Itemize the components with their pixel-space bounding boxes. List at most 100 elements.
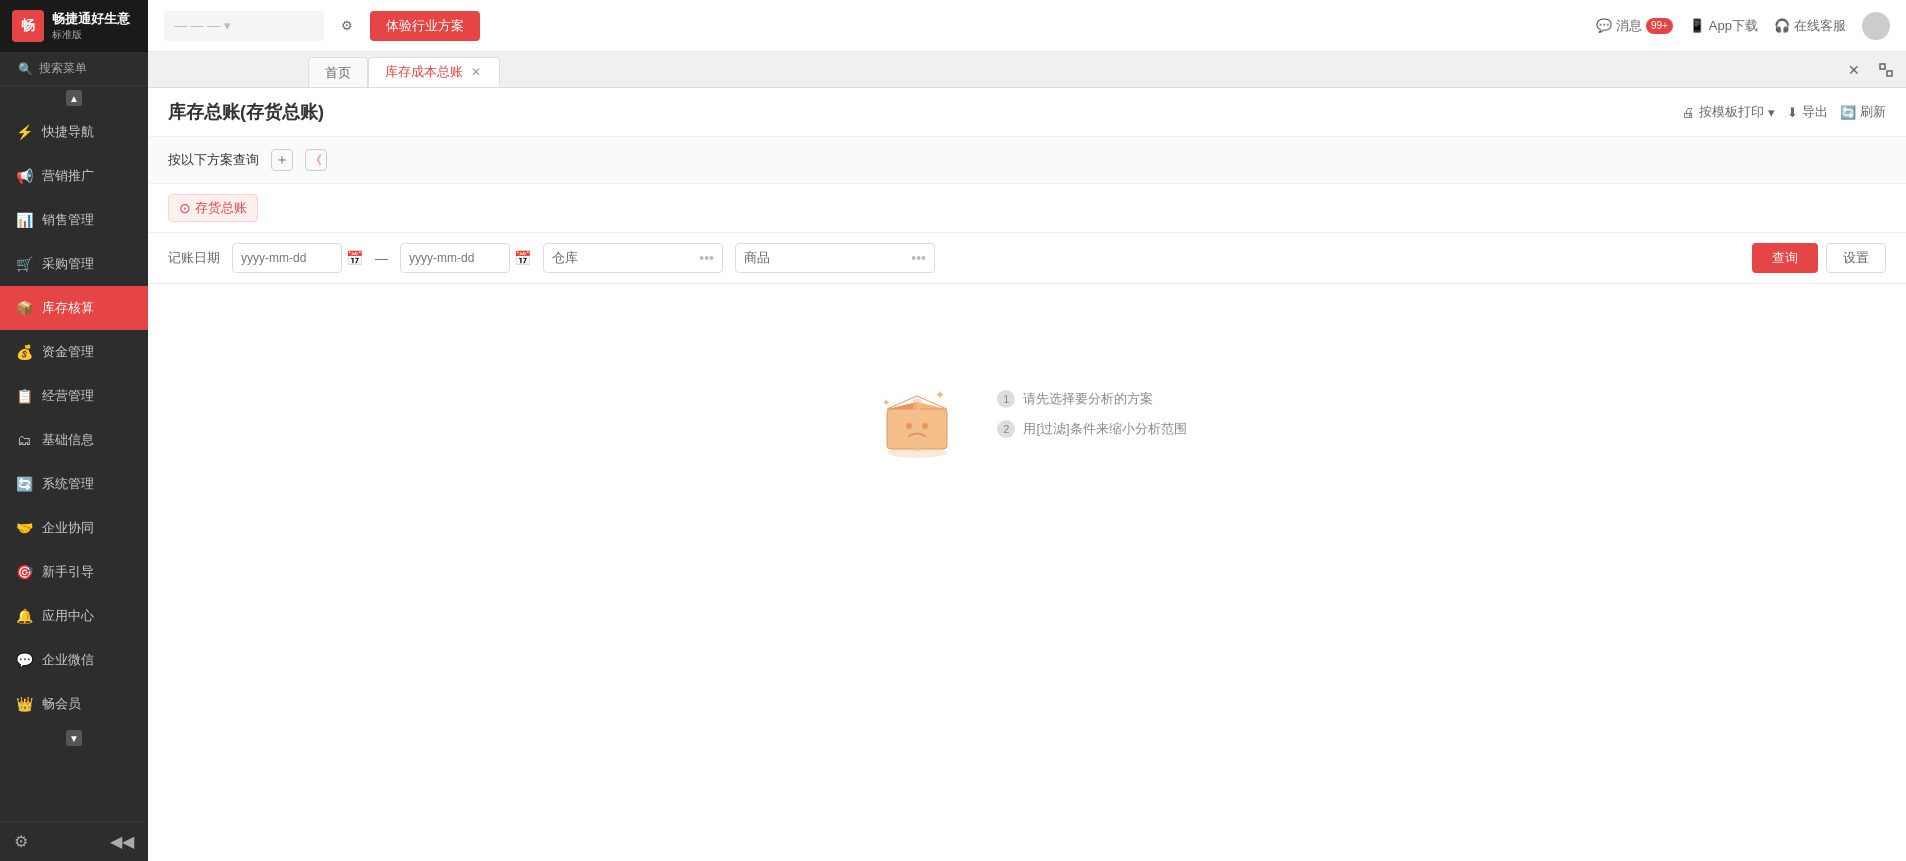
sidebar-item-marketing[interactable]: 📢 营销推广 [0, 154, 148, 198]
sidebar-item-newbie[interactable]: 🎯 新手引导 [0, 550, 148, 594]
topbar-left: — — — ▾ ⚙ 体验行业方案 [164, 11, 480, 41]
date-start-input[interactable] [232, 243, 342, 273]
scroll-down-btn[interactable]: ▼ [66, 730, 82, 746]
svg-text:✦: ✦ [882, 397, 890, 408]
print-chevron-icon: ▾ [1768, 105, 1775, 120]
sidebar-item-basic-info[interactable]: 🗂 基础信息 [0, 418, 148, 462]
warehouse-label: 仓库 [552, 249, 695, 267]
breadcrumb[interactable]: — — — ▾ [164, 11, 324, 41]
product-label: 商品 [744, 249, 907, 267]
app-download-btn[interactable]: 📱 App下载 [1689, 17, 1758, 35]
scheme-tag-label: 存货总账 [195, 199, 247, 217]
sidebar-item-member[interactable]: 👑 畅会员 [0, 682, 148, 726]
sidebar-item-system[interactable]: 🔄 系统管理 [0, 462, 148, 506]
sidebar-item-cooperation[interactable]: 🤝 企业协同 [0, 506, 148, 550]
print-icon: 🖨 [1682, 105, 1695, 120]
query-btn[interactable]: 查询 [1752, 243, 1818, 273]
sidebar-search[interactable]: 🔍 搜索菜单 [0, 52, 148, 86]
message-label: 消息 [1616, 17, 1642, 35]
online-service-btn[interactable]: 🎧 在线客服 [1774, 17, 1846, 35]
sidebar-item-inventory[interactable]: 📦 库存核算 [0, 286, 148, 330]
page-header-actions: 🖨 按模板打印 ▾ ⬇ 导出 🔄 刷新 [1682, 103, 1886, 121]
date-end-wrap: 📅 [400, 243, 531, 273]
app-center-label: 应用中心 [42, 607, 94, 625]
finance-label: 资金管理 [42, 343, 94, 361]
sidebar-item-operation[interactable]: 📋 经营管理 [0, 374, 148, 418]
message-btn[interactable]: 💬 消息 99+ [1596, 17, 1673, 35]
page-title: 库存总账(存货总账) [168, 100, 324, 124]
empty-state-content: ✦ ✦ 1 请先选择要分析的方案 2 用[过滤]条件来缩小分析范围 [867, 364, 1186, 464]
filter-collapse-btn[interactable]: 《 [305, 149, 327, 171]
sidebar-item-quick-nav[interactable]: ⚡ 快捷导航 [0, 110, 148, 154]
sales-icon: 📊 [14, 210, 34, 230]
date-end-input[interactable] [400, 243, 510, 273]
print-btn[interactable]: 🖨 按模板打印 ▾ [1682, 103, 1775, 121]
basic-info-label: 基础信息 [42, 431, 94, 449]
page-content: 库存总账(存货总账) 🖨 按模板打印 ▾ ⬇ 导出 🔄 刷新 按以下方案查询 [148, 88, 1906, 861]
refresh-btn[interactable]: 🔄 刷新 [1840, 103, 1886, 121]
tab-inventory-ledger[interactable]: 库存成本总账 ✕ [368, 57, 500, 87]
message-icon: 💬 [1596, 18, 1612, 33]
warehouse-input[interactable]: 仓库 ••• [543, 243, 723, 273]
edition-label: 标准版 [52, 28, 130, 41]
tab-home[interactable]: 首页 [308, 57, 368, 87]
product-input[interactable]: 商品 ••• [735, 243, 935, 273]
calendar-start-icon[interactable]: 📅 [346, 250, 363, 266]
warehouse-more-icon: ••• [699, 250, 714, 266]
settings-btn[interactable]: 设置 [1826, 243, 1886, 273]
scroll-up-btn[interactable]: ▲ [66, 90, 82, 106]
export-label: 导出 [1802, 103, 1828, 121]
quick-nav-label: 快捷导航 [42, 123, 94, 141]
industry-btn[interactable]: 体验行业方案 [370, 11, 480, 41]
sidebar-scroll-area: ▲ ⚡ 快捷导航 📢 营销推广 📊 销售管理 🛒 采购管理 📦 库存核算 💰 资… [0, 86, 148, 821]
scheme-icon: ⊙ [179, 200, 191, 216]
home-tab-label: 首页 [325, 64, 351, 82]
operation-label: 经营管理 [42, 387, 94, 405]
action-buttons: 查询 设置 [1752, 243, 1886, 273]
topbar-settings-btn[interactable]: ⚙ [332, 11, 362, 41]
message-badge: 99+ [1646, 18, 1673, 34]
export-btn[interactable]: ⬇ 导出 [1787, 103, 1828, 121]
svg-point-7 [922, 423, 928, 429]
refresh-icon: 🔄 [1840, 105, 1856, 120]
main-area: — — — ▾ ⚙ 体验行业方案 💬 消息 99+ 📱 App下载 🎧 在线客服 [148, 0, 1906, 861]
panel-controls: ✕ [1842, 52, 1906, 88]
purchase-icon: 🛒 [14, 254, 34, 274]
empty-tip-1: 1 请先选择要分析的方案 [997, 390, 1186, 408]
purchase-label: 采购管理 [42, 255, 94, 273]
app-download-label: App下载 [1709, 17, 1758, 35]
refresh-label: 刷新 [1860, 103, 1886, 121]
sidebar-item-sales[interactable]: 📊 销售管理 [0, 198, 148, 242]
panel-resize-btn[interactable] [1874, 58, 1898, 82]
marketing-label: 营销推广 [42, 167, 94, 185]
wechat-icon: 💬 [14, 650, 34, 670]
svg-rect-1 [1887, 71, 1892, 76]
footer-collapse-icon[interactable]: ◀◀ [110, 832, 134, 851]
sidebar-item-app-center[interactable]: 🔔 应用中心 [0, 594, 148, 638]
filter-add-btn[interactable]: ＋ [271, 149, 293, 171]
sidebar-item-purchase[interactable]: 🛒 采购管理 [0, 242, 148, 286]
tip-num-1: 1 [997, 390, 1015, 408]
svg-point-6 [906, 423, 912, 429]
tab-close-btn[interactable]: ✕ [469, 65, 483, 79]
empty-tips: 1 请先选择要分析的方案 2 用[过滤]条件来缩小分析范围 [997, 390, 1186, 438]
sidebar: 畅 畅捷通好生意 标准版 🔍 搜索菜单 ▲ ⚡ 快捷导航 📢 营销推广 📊 销售… [0, 0, 148, 861]
filter-scheme-tag[interactable]: ⊙ 存货总账 [168, 194, 258, 222]
panel-close-btn[interactable]: ✕ [1842, 58, 1866, 82]
search-label: 搜索菜单 [39, 60, 87, 77]
finance-icon: 💰 [14, 342, 34, 362]
sidebar-item-finance[interactable]: 💰 资金管理 [0, 330, 148, 374]
breadcrumb-chevron-icon: ▾ [224, 18, 231, 33]
filter-bar: 按以下方案查询 ＋ 《 [148, 137, 1906, 184]
sidebar-item-wechat[interactable]: 💬 企业微信 [0, 638, 148, 682]
svg-text:✦: ✦ [935, 388, 945, 402]
sidebar-footer: ⚙ ◀◀ [0, 821, 148, 861]
online-service-label: 在线客服 [1794, 17, 1846, 35]
footer-settings-icon[interactable]: ⚙ [14, 832, 28, 851]
user-avatar[interactable] [1862, 12, 1890, 40]
calendar-end-icon[interactable]: 📅 [514, 250, 531, 266]
tabbar: 首页 库存成本总账 ✕ ✕ [148, 52, 1906, 88]
newbie-icon: 🎯 [14, 562, 34, 582]
app-center-icon: 🔔 [14, 606, 34, 626]
newbie-label: 新手引导 [42, 563, 94, 581]
